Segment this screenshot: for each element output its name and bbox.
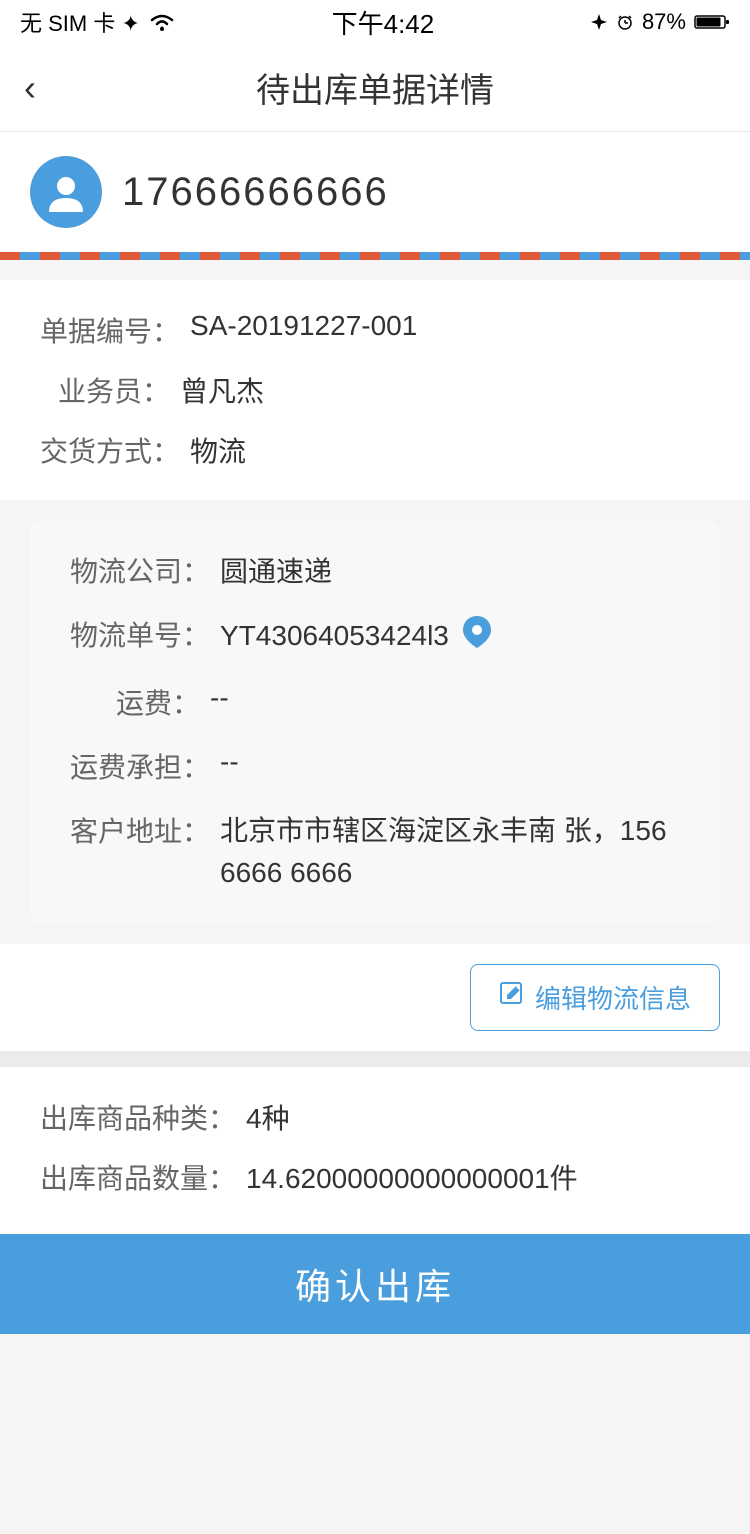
freight-row: 运费： -- bbox=[70, 682, 680, 722]
customer-header: 17666666666 bbox=[0, 132, 750, 252]
goods-type-value: 4种 bbox=[246, 1097, 290, 1137]
wifi-icon bbox=[148, 12, 176, 32]
battery-icon bbox=[694, 13, 730, 31]
confirm-btn-label: 确认出库 bbox=[295, 1258, 455, 1310]
back-button[interactable]: ‹ bbox=[24, 67, 36, 109]
goods-quantity-value: 14.62000000000000001件 bbox=[246, 1157, 578, 1197]
order-no-label: 单据编号： bbox=[40, 310, 180, 350]
status-right: 87% bbox=[590, 9, 730, 35]
person-icon bbox=[44, 170, 88, 214]
confirm-button[interactable]: 确认出库 bbox=[0, 1234, 750, 1334]
bottom-spacer bbox=[0, 1334, 750, 1534]
edit-logistics-button[interactable]: 编辑物流信息 bbox=[470, 964, 720, 1031]
status-time: 下午4:42 bbox=[332, 4, 435, 41]
address-row: 客户地址： 北京市市辖区海淀区永丰南 张，156 6666 6666 bbox=[70, 810, 680, 894]
page-title: 待出库单据详情 bbox=[256, 63, 494, 112]
battery-percent: 87% bbox=[642, 9, 686, 35]
logistics-tracking-value: YT43064053424l3 bbox=[220, 614, 680, 658]
order-info-section: 单据编号： SA-20191227-001 业务员： 曾凡杰 交货方式： 物流 bbox=[0, 280, 750, 500]
location-service-icon bbox=[590, 13, 608, 31]
goods-type-label: 出库商品种类： bbox=[40, 1097, 236, 1137]
freight-bearer-value: -- bbox=[220, 746, 680, 778]
goods-section: 出库商品种类： 4种 出库商品数量： 14.62000000000000001件 bbox=[0, 1067, 750, 1227]
salesman-row: 业务员： 曾凡杰 bbox=[40, 370, 710, 410]
freight-label: 运费： bbox=[70, 682, 200, 722]
tracking-location-icon[interactable] bbox=[461, 614, 493, 658]
goods-quantity-label: 出库商品数量： bbox=[40, 1157, 236, 1197]
address-label: 客户地址： bbox=[70, 810, 210, 850]
nav-bar: ‹ 待出库单据详情 bbox=[0, 44, 750, 132]
status-left: 无 SIM 卡 ✦ bbox=[20, 6, 176, 38]
freight-bearer-label: 运费承担： bbox=[70, 746, 210, 786]
logistics-company-row: 物流公司： 圆通速递 bbox=[70, 550, 680, 590]
address-value: 北京市市辖区海淀区永丰南 张，156 6666 6666 bbox=[220, 810, 680, 894]
salesman-value: 曾凡杰 bbox=[180, 370, 710, 410]
freight-bearer-row: 运费承担： -- bbox=[70, 746, 680, 786]
edit-btn-label: 编辑物流信息 bbox=[535, 979, 691, 1016]
logistics-company-value: 圆通速递 bbox=[220, 550, 680, 590]
delivery-label: 交货方式： bbox=[40, 430, 180, 470]
logistics-box: 物流公司： 圆通速递 物流单号： YT43064053424l3 运费： -- … bbox=[30, 520, 720, 924]
tracking-number: YT43064053424l3 bbox=[220, 620, 449, 652]
goods-quantity-row: 出库商品数量： 14.62000000000000001件 bbox=[40, 1157, 710, 1197]
delivery-value: 物流 bbox=[190, 430, 710, 470]
logistics-tracking-row: 物流单号： YT43064053424l3 bbox=[70, 614, 680, 658]
logistics-tracking-label: 物流单号： bbox=[70, 614, 210, 654]
delivery-row: 交货方式： 物流 bbox=[40, 430, 710, 470]
freight-value: -- bbox=[210, 682, 680, 714]
avatar bbox=[30, 156, 102, 228]
order-no-row: 单据编号： SA-20191227-001 bbox=[40, 310, 710, 350]
gray-separator bbox=[0, 1051, 750, 1067]
status-bar: 无 SIM 卡 ✦ 下午4:42 87% bbox=[0, 0, 750, 44]
goods-type-row: 出库商品种类： 4种 bbox=[40, 1097, 710, 1137]
customer-phone: 17666666666 bbox=[122, 170, 389, 215]
order-no-value: SA-20191227-001 bbox=[190, 310, 710, 342]
dashed-divider bbox=[0, 252, 750, 260]
salesman-label: 业务员： bbox=[40, 370, 170, 410]
sim-text: 无 SIM 卡 ✦ bbox=[20, 6, 140, 38]
logistics-company-label: 物流公司： bbox=[70, 550, 210, 590]
edit-btn-wrapper: 编辑物流信息 bbox=[0, 944, 750, 1051]
edit-icon bbox=[499, 981, 525, 1014]
alarm-icon bbox=[616, 13, 634, 31]
